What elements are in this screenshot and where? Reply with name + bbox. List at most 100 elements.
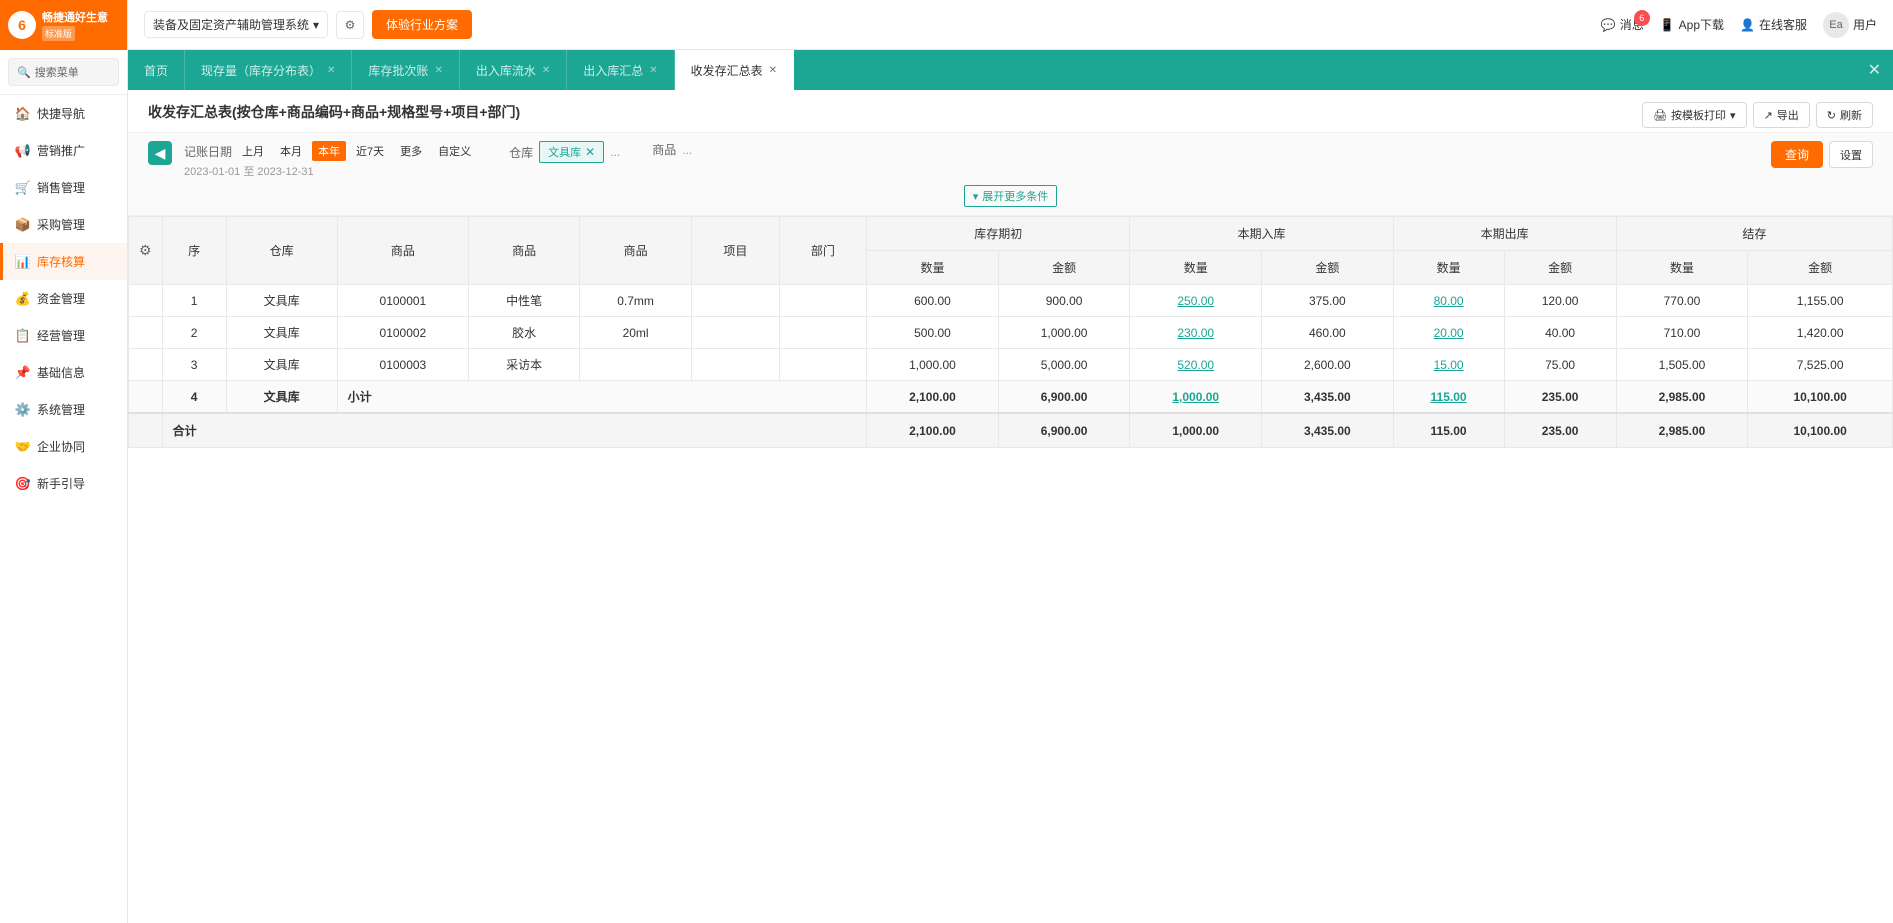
print-button[interactable]: 🖨 按模板打印 ▾ [1642, 102, 1747, 128]
th-goods-name: 商品 [469, 217, 580, 285]
app-download-button[interactable]: 📱 App下载 [1660, 16, 1724, 33]
subtotal-label: 小计 [337, 381, 867, 414]
row-out-qty[interactable]: 15.00 [1393, 349, 1504, 381]
tab-close-summary[interactable]: ✕ [649, 65, 657, 76]
sidebar-nav: 🏠 快捷导航 📢 营销推广 🛒 销售管理 📦 采购管理 📊 库存核算 💰 资金管… [0, 95, 127, 923]
table-row: 1 文具库 0100001 中性笔 0.7mm 600.00 900.00 25… [129, 285, 1893, 317]
subtotal-warehouse: 文具库 [226, 381, 337, 414]
row-settings-cell [129, 285, 163, 317]
user-button[interactable]: Ea 用户 [1823, 12, 1877, 38]
date-option-custom[interactable]: 自定义 [432, 141, 477, 161]
filter-collapse-button[interactable]: ◀ [148, 141, 172, 165]
sidebar-item-finance[interactable]: 💰 资金管理 [0, 280, 127, 317]
sidebar-item-basic[interactable]: 📌 基础信息 [0, 354, 127, 391]
service-icon: 👤 [1740, 18, 1755, 32]
date-option-this-month[interactable]: 本月 [274, 141, 308, 161]
search-menu-button[interactable]: 🔍 搜索菜单 [8, 58, 119, 86]
purchase-icon: 📦 [15, 217, 31, 233]
date-option-more[interactable]: 更多 [394, 141, 428, 161]
row-name: 中性笔 [469, 285, 580, 317]
guide-icon: 🎯 [15, 476, 31, 492]
chevron-down-icon: ▾ [313, 18, 319, 32]
tab-close-batch-ledger[interactable]: ✕ [434, 65, 442, 76]
system-selector[interactable]: 装备及固定资产辅助管理系统 ▾ [144, 11, 328, 38]
sidebar-item-operations[interactable]: 📋 经营管理 [0, 317, 127, 354]
sidebar-item-guide[interactable]: 🎯 新手引导 [0, 465, 127, 502]
tab-home[interactable]: 首页 [128, 50, 185, 90]
tab-summary[interactable]: 出入库汇总 ✕ [567, 50, 674, 90]
row-name: 采访本 [469, 349, 580, 381]
expand-conditions-button[interactable]: ▾ 展开更多条件 [964, 185, 1058, 207]
tab-receive-summary[interactable]: 收发存汇总表 ✕ [675, 50, 794, 90]
th-goods-code: 商品 [337, 217, 469, 285]
row-in-qty[interactable]: 230.00 [1130, 317, 1262, 349]
warehouse-tag-close[interactable]: ✕ [585, 145, 595, 159]
tab-bar-close-btn[interactable]: ✕ [1856, 60, 1893, 80]
date-option-this-year[interactable]: 本年 [312, 141, 346, 161]
sidebar-item-quick-nav[interactable]: 🏠 快捷导航 [0, 95, 127, 132]
total-settings-cell [129, 413, 163, 448]
row-in-qty[interactable]: 250.00 [1130, 285, 1262, 317]
tab-flow[interactable]: 出入库流水 ✕ [460, 50, 567, 90]
refresh-button[interactable]: ↻ 刷新 [1816, 102, 1873, 128]
sidebar-item-inventory[interactable]: 📊 库存核算 [0, 243, 127, 280]
export-button[interactable]: ↗ 导出 [1753, 102, 1810, 128]
date-option-last-month[interactable]: 上月 [236, 141, 270, 161]
subtotal-balance-qty: 2,985.00 [1616, 381, 1748, 414]
th-in-qty: 数量 [1130, 251, 1262, 285]
operations-icon: 📋 [15, 328, 31, 344]
tab-close-flow[interactable]: ✕ [542, 65, 550, 76]
row-warehouse: 文具库 [226, 349, 337, 381]
table-settings-icon[interactable]: ⚙ [139, 242, 152, 258]
row-out-qty[interactable]: 20.00 [1393, 317, 1504, 349]
row-department [779, 317, 867, 349]
settings-small-button[interactable]: 设置 [1829, 141, 1873, 168]
row-in-qty[interactable]: 520.00 [1130, 349, 1262, 381]
sidebar: 6 畅捷通好生意 标准版 🔍 搜索菜单 🏠 快捷导航 📢 营销推广 🛒 销售管理… [0, 0, 128, 923]
goods-more-dots[interactable]: ... [682, 143, 692, 157]
row-out-amount: 40.00 [1504, 317, 1616, 349]
row-out-amount: 75.00 [1504, 349, 1616, 381]
sidebar-item-sales[interactable]: 🛒 销售管理 [0, 169, 127, 206]
row-balance-amount: 1,420.00 [1748, 317, 1893, 349]
row-out-qty[interactable]: 80.00 [1393, 285, 1504, 317]
table-container: ⚙ 序 仓库 商品 商品 商品 项目 部门 库存期初 本期入库 本期出库 结存 [128, 216, 1893, 448]
trial-button[interactable]: 体验行业方案 [372, 10, 472, 39]
inventory-icon: 📊 [15, 254, 31, 270]
sidebar-item-purchase[interactable]: 📦 采购管理 [0, 206, 127, 243]
sidebar-item-system[interactable]: ⚙️ 系统管理 [0, 391, 127, 428]
warehouse-more-dots[interactable]: ... [610, 145, 620, 159]
row-code: 0100002 [337, 317, 469, 349]
gear-button[interactable]: ⚙ [336, 11, 364, 39]
subtotal-in-qty[interactable]: 1,000.00 [1130, 381, 1262, 414]
subtotal-row: 4 文具库 小计 2,100.00 6,900.00 1,000.00 3,43… [129, 381, 1893, 414]
online-service-button[interactable]: 👤 在线客服 [1740, 16, 1807, 33]
refresh-icon: ↻ [1827, 109, 1836, 122]
tab-close-receive-summary[interactable]: ✕ [769, 65, 777, 76]
row-department [779, 349, 867, 381]
chevron-down-small-icon: ▾ [1730, 109, 1736, 122]
row-opening-qty: 1,000.00 [867, 349, 999, 381]
sidebar-item-enterprise[interactable]: 🤝 企业协同 [0, 428, 127, 465]
total-in-qty: 1,000.00 [1130, 413, 1262, 448]
total-label-cell: 合计 [162, 413, 867, 448]
main-area: 装备及固定资产辅助管理系统 ▾ ⚙ 体验行业方案 💬 消息 6 📱 App下载 … [128, 0, 1893, 923]
message-button[interactable]: 💬 消息 6 [1601, 16, 1644, 33]
tab-batch-ledger[interactable]: 库存批次账 ✕ [352, 50, 459, 90]
date-option-7days[interactable]: 近7天 [350, 141, 390, 161]
subtotal-settings-cell [129, 381, 163, 414]
system-icon: ⚙️ [15, 402, 31, 418]
row-settings-cell [129, 349, 163, 381]
row-settings-cell [129, 317, 163, 349]
th-out-qty: 数量 [1393, 251, 1504, 285]
subtotal-no: 4 [162, 381, 226, 414]
query-button[interactable]: 查询 [1771, 141, 1823, 168]
subtotal-out-qty[interactable]: 115.00 [1393, 381, 1504, 414]
tab-inventory-dist[interactable]: 现存量（库存分布表） ✕ [185, 50, 352, 90]
tab-close-inventory-dist[interactable]: ✕ [327, 65, 335, 76]
sidebar-item-marketing[interactable]: 📢 营销推广 [0, 132, 127, 169]
th-out-amount: 金额 [1504, 251, 1616, 285]
row-no: 2 [162, 317, 226, 349]
row-spec: 0.7mm [580, 285, 692, 317]
warehouse-filter: 仓库 文具库 ✕ ... [509, 141, 620, 163]
